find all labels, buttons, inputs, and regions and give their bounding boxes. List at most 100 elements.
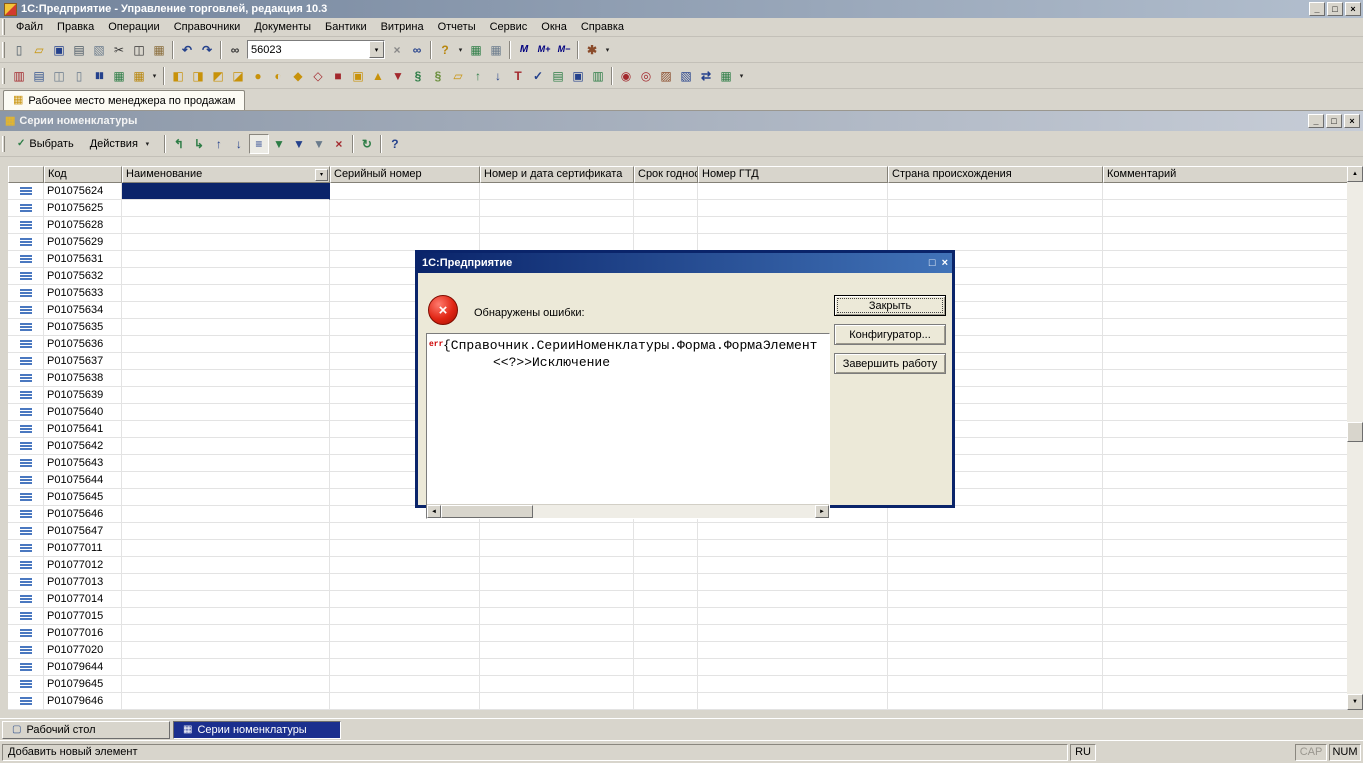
cash-out-icon[interactable]: ◐: [268, 66, 288, 86]
dropdown-caret-icon[interactable]: ▾: [455, 40, 466, 60]
customer-order-icon[interactable]: ◧: [168, 66, 188, 86]
help-template-icon[interactable]: ?: [435, 40, 455, 60]
menu-item[interactable]: Отчеты: [431, 19, 483, 35]
find-next-icon[interactable]: ∞: [407, 40, 427, 60]
menubar-grip[interactable]: [2, 19, 5, 35]
header-name[interactable]: Наименование ▾: [122, 166, 330, 183]
scroll-right-button[interactable]: ►: [815, 505, 829, 518]
tab-desktop[interactable]: ▢ Рабочий стол: [2, 721, 170, 739]
table-row[interactable]: P01077014: [8, 591, 1347, 608]
error-text-box[interactable]: err {Справочник.СерииНоменклатуры.Форма.…: [426, 333, 830, 519]
invoice-icon[interactable]: ■: [328, 66, 348, 86]
child-restore-button[interactable]: □: [1326, 114, 1342, 128]
retail-sale-icon[interactable]: ▣: [348, 66, 368, 86]
redo-icon[interactable]: ↷: [197, 40, 217, 60]
summary-report-icon[interactable]: ▦: [716, 66, 736, 86]
header-gtd[interactable]: Номер ГТД: [698, 166, 888, 183]
table-row[interactable]: P01077012: [8, 557, 1347, 574]
quit-button[interactable]: Завершить работу: [834, 353, 946, 374]
sort-asc-icon[interactable]: ↑: [209, 134, 229, 154]
menu-item[interactable]: Сервис: [483, 19, 535, 35]
header-country[interactable]: Страна происхождения: [888, 166, 1103, 183]
card-file-icon[interactable]: ▣: [568, 66, 588, 86]
vertical-scrollbar[interactable]: ▲ ▼: [1347, 166, 1363, 710]
blank-page-icon[interactable]: ▯: [69, 66, 89, 86]
filter-settings-icon[interactable]: ▼: [309, 134, 329, 154]
next-level-down-icon[interactable]: ↳: [189, 134, 209, 154]
next-level-up-icon[interactable]: ↰: [169, 134, 189, 154]
sort-desc-icon[interactable]: ↓: [229, 134, 249, 154]
dropdown-caret-icon[interactable]: ▾: [149, 66, 160, 86]
buyers-list-icon[interactable]: ◎: [636, 66, 656, 86]
cut-icon[interactable]: ✂: [109, 40, 129, 60]
address-book-icon[interactable]: ▥: [9, 66, 29, 86]
refresh-icon[interactable]: ↻: [357, 134, 377, 154]
header-code[interactable]: Код: [44, 166, 122, 183]
toolbar-grip[interactable]: [2, 135, 5, 152]
header-shelf-life[interactable]: Срок годнос...: [634, 166, 698, 183]
import-icon[interactable]: ↓: [488, 66, 508, 86]
dialog-maximize-button[interactable]: □: [929, 257, 936, 269]
copy-pages-icon[interactable]: ◫: [49, 66, 69, 86]
payment-in-icon[interactable]: ◆: [288, 66, 308, 86]
scroll-track[interactable]: [1347, 182, 1363, 694]
toolbar-grip[interactable]: [2, 41, 5, 58]
search-combo-input[interactable]: [248, 43, 369, 56]
close-dialog-button[interactable]: Закрыть: [834, 295, 946, 316]
header-comment[interactable]: Комментарий: [1103, 166, 1347, 183]
new-document-icon[interactable]: ▯: [9, 40, 29, 60]
toolbar-grip[interactable]: [2, 67, 5, 84]
dropdown-caret-icon[interactable]: ▾: [736, 66, 747, 86]
find-icon[interactable]: ∞: [225, 40, 245, 60]
maximize-button[interactable]: □: [1327, 2, 1343, 16]
hierarchy-view-icon[interactable]: ≡: [248, 133, 269, 154]
settings-report-icon[interactable]: ▨: [656, 66, 676, 86]
table-row[interactable]: P01075624: [8, 183, 1347, 200]
header-serial[interactable]: Серийный номер: [330, 166, 480, 183]
menu-item[interactable]: Бантики: [318, 19, 374, 35]
scroll-track[interactable]: [533, 505, 815, 518]
discount-set-icon[interactable]: ▼: [388, 66, 408, 86]
menu-item[interactable]: Справка: [574, 19, 631, 35]
buyer-icon[interactable]: ◉: [616, 66, 636, 86]
approve-icon[interactable]: ✓: [528, 66, 548, 86]
currency-in-icon[interactable]: §: [408, 66, 428, 86]
price-set-icon[interactable]: ▲: [368, 66, 388, 86]
contractors-icon[interactable]: ▮▮: [89, 66, 109, 86]
table-row[interactable]: P01079644: [8, 659, 1347, 676]
undo-icon[interactable]: ↶: [177, 40, 197, 60]
table-row[interactable]: P01075625: [8, 200, 1347, 217]
table-row[interactable]: P01079645: [8, 676, 1347, 693]
dropdown-caret-icon[interactable]: ▾: [602, 40, 613, 60]
dialog-close-icon[interactable]: ×: [942, 257, 948, 269]
help-icon[interactable]: ?: [385, 134, 405, 154]
close-button[interactable]: ×: [1345, 2, 1361, 16]
goods-receipt-icon[interactable]: ◩: [208, 66, 228, 86]
table-row[interactable]: P01077015: [8, 608, 1347, 625]
payment-out-icon[interactable]: ◇: [308, 66, 328, 86]
notes-icon[interactable]: ▥: [588, 66, 608, 86]
scroll-down-button[interactable]: ▼: [1347, 694, 1363, 710]
documents-folder-icon[interactable]: ▱: [448, 66, 468, 86]
memory-minus-icon[interactable]: M−: [554, 40, 574, 60]
memory-icon[interactable]: M: [514, 40, 534, 60]
save-icon[interactable]: ▣: [49, 40, 69, 60]
dialog-horizontal-scrollbar[interactable]: ◄ ►: [427, 504, 829, 518]
paste-icon[interactable]: ▦: [149, 40, 169, 60]
data-exchange-icon[interactable]: ⇄: [696, 66, 716, 86]
filter-icon[interactable]: ▼: [269, 134, 289, 154]
scroll-thumb[interactable]: [1347, 422, 1363, 442]
table-open-icon[interactable]: ▦: [486, 40, 506, 60]
tab-nomenclature-series[interactable]: ▦ Серии номенклатуры: [173, 721, 341, 739]
minimize-button[interactable]: _: [1309, 2, 1325, 16]
tax-invoice-icon[interactable]: Т: [508, 66, 528, 86]
configurator-button[interactable]: Конфигуратор...: [834, 324, 946, 345]
table-new-icon[interactable]: ▦: [466, 40, 486, 60]
finance-report-icon[interactable]: ▧: [676, 66, 696, 86]
filter-by-value-icon[interactable]: ▼: [289, 134, 309, 154]
table-row[interactable]: P01075629: [8, 234, 1347, 251]
function-panel-tab[interactable]: ▦ Рабочее место менеджера по продажам: [3, 90, 246, 110]
actions-button[interactable]: Действия ▾: [82, 134, 161, 154]
menu-item[interactable]: Файл: [9, 19, 50, 35]
print-preview-icon[interactable]: ▧: [89, 40, 109, 60]
